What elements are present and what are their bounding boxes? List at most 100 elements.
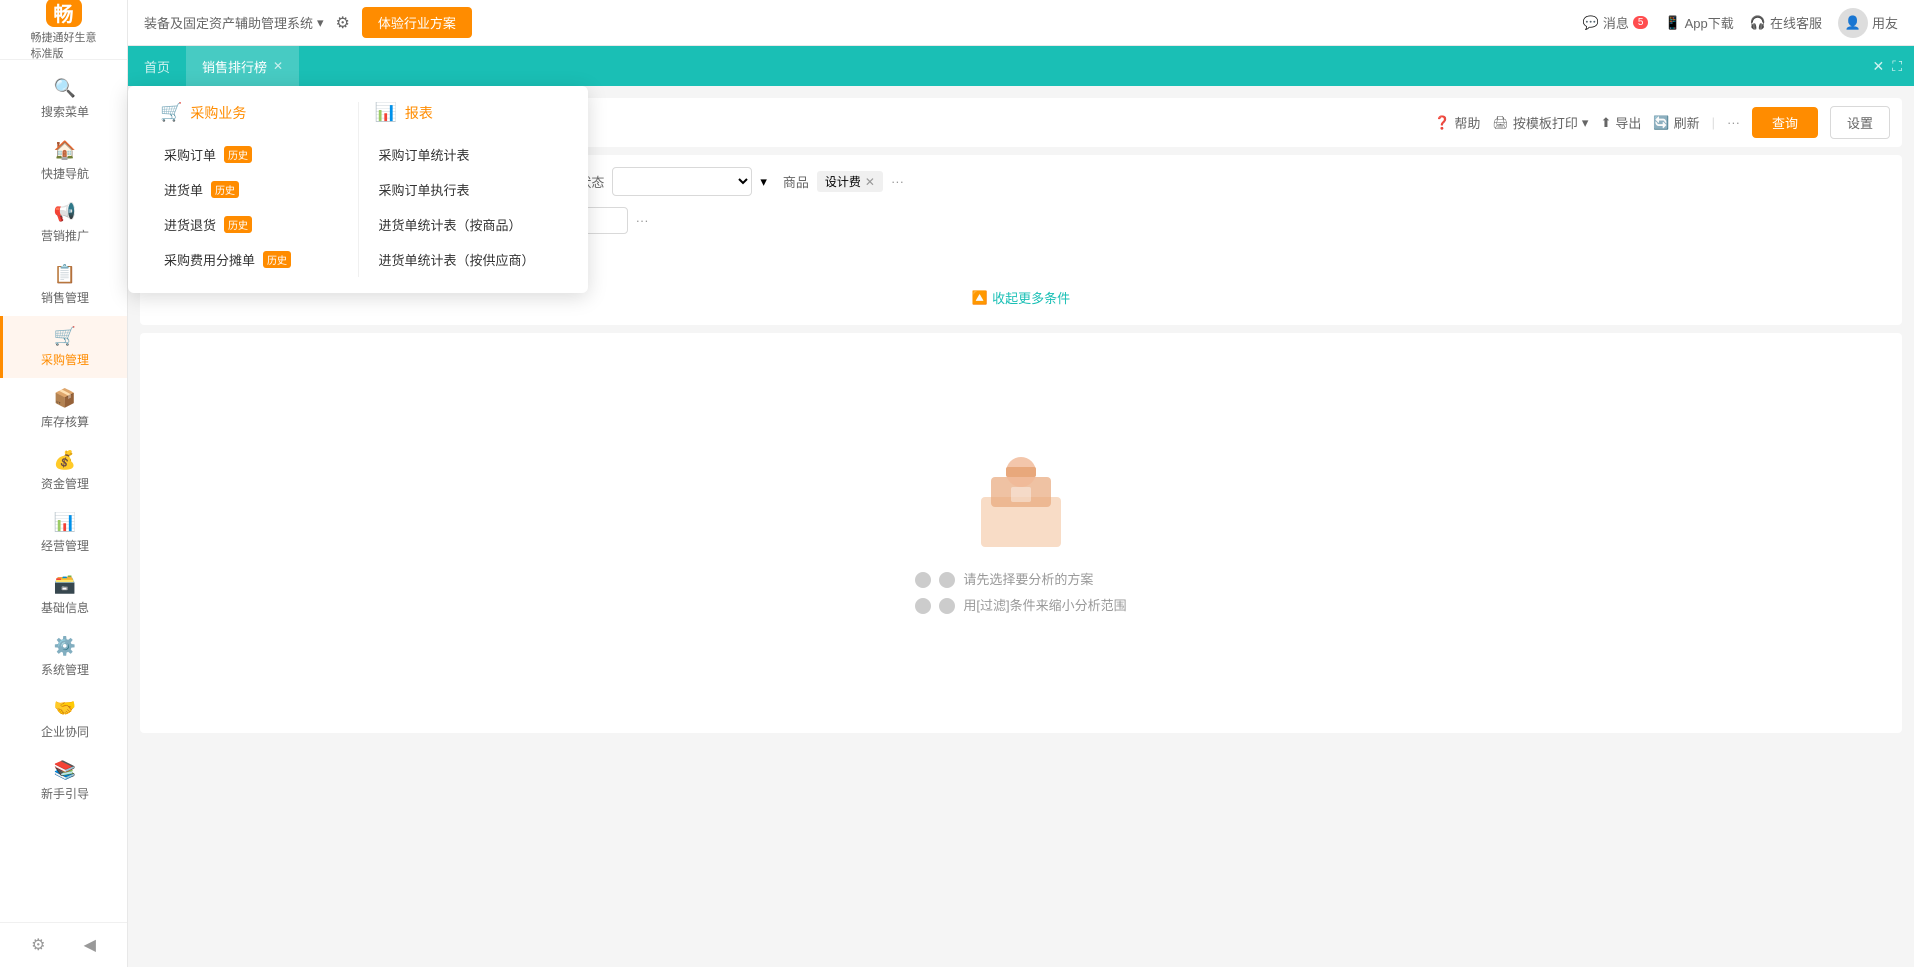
query-button[interactable]: 查询	[1752, 107, 1818, 138]
help-label: 帮助	[1454, 113, 1480, 132]
online-service-label: 在线客服	[1770, 13, 1822, 32]
purchase-order-badge: 历史	[224, 146, 252, 163]
sidebar-item-finance[interactable]: 💰 资金管理	[0, 440, 127, 502]
print-icon: 🖨	[1492, 115, 1509, 131]
print-label: 按模板打印	[1513, 113, 1578, 132]
dropdown-arrow-icon: ▾	[317, 15, 324, 31]
sidebar-item-label: 快捷导航	[41, 165, 89, 182]
incoming-stats-goods-label: 进货单统计表（按商品）	[379, 215, 522, 234]
export-button[interactable]: ⬆ 导出	[1600, 113, 1641, 132]
topbar-right: 💬 消息 5 📱 App下载 🎧 在线客服 👤 用友	[1583, 8, 1898, 38]
guide-icon: 📚	[54, 760, 76, 781]
message-badge: 5	[1633, 16, 1649, 29]
user-avatar: 👤	[1838, 8, 1868, 38]
topbar-title-dropdown[interactable]: 装备及固定资产辅助管理系统 ▾	[144, 13, 324, 32]
collapse-up-icon: 🔼	[972, 290, 988, 306]
settings-button[interactable]: 设置	[1830, 106, 1890, 139]
empty-hints: 请先选择要分析的方案 用[过滤]条件来缩小分析范围	[915, 567, 1126, 619]
salesperson-ellipsis-button[interactable]: ···	[636, 213, 649, 228]
operations-icon: 📊	[54, 512, 76, 533]
sidebar-item-label: 基础信息	[41, 599, 89, 616]
topbar-settings-icon[interactable]: ⚙	[336, 13, 350, 33]
message-item[interactable]: 💬 消息 5	[1583, 13, 1649, 32]
enterprise-icon: 🤝	[54, 698, 76, 719]
purchase-expense-item[interactable]: 采购费用分摊单 历史	[160, 242, 342, 277]
sidebar-bottom: ⚙ ◀	[0, 922, 127, 967]
sidebar-item-label: 库存核算	[41, 413, 89, 430]
purchase-order-item[interactable]: 采购订单 历史	[160, 137, 342, 172]
purchase-order-stats-item[interactable]: 采购订单统计表	[375, 137, 557, 172]
basic-info-icon: 🗃️	[54, 574, 76, 595]
print-button[interactable]: 🖨 按模板打印 ▾	[1492, 113, 1588, 132]
sidebar-item-label: 搜索菜单	[41, 103, 89, 120]
close-all-tabs-button[interactable]: ✕	[1872, 58, 1884, 75]
sales-icon: 📋	[54, 264, 76, 285]
purchase-expense-label: 采购费用分摊单	[164, 250, 255, 269]
purchase-incoming-badge: 历史	[211, 181, 239, 198]
sidebar-item-label: 销售管理	[41, 289, 89, 306]
app-download-item[interactable]: 📱 App下载	[1664, 13, 1733, 32]
tab-home[interactable]: 首页	[128, 46, 186, 86]
empty-illustration	[961, 447, 1081, 547]
sidebar-item-label: 企业协同	[41, 723, 89, 740]
purchase-order-exec-item[interactable]: 采购订单执行表	[375, 172, 557, 207]
sidebar-item-basic-info[interactable]: 🗃️ 基础信息	[0, 564, 127, 626]
sidebar-nav: 🔍 搜索菜单 🏠 快捷导航 📢 营销推广 📋 销售管理 🛒 采购管理 📦 库存核…	[0, 60, 127, 922]
sidebar-item-search[interactable]: 🔍 搜索菜单	[0, 68, 127, 130]
report-section-icon: 📊	[375, 102, 397, 123]
sidebar-item-inventory[interactable]: 📦 库存核算	[0, 378, 127, 440]
purchase-incoming-item[interactable]: 进货单 历史	[160, 172, 342, 207]
purchase-business-section: 🛒 采购业务 采购订单 历史 进货单 历史 进货退货 历史 采购费用分摊单 历史	[144, 102, 359, 277]
tab-close-icon[interactable]: ✕	[273, 59, 283, 73]
voucher-status-select[interactable]	[612, 167, 752, 196]
topbar-system-title: 装备及固定资产辅助管理系统	[144, 13, 313, 32]
tabbar-actions: ✕ ⛶	[1872, 58, 1914, 75]
sidebar-item-label: 资金管理	[41, 475, 89, 492]
sidebar-item-system[interactable]: ⚙️ 系统管理	[0, 626, 127, 688]
report-section: 📊 报表 采购订单统计表 采购订单执行表 进货单统计表（按商品） 进货单统计表（…	[359, 102, 573, 277]
incoming-stats-supplier-label: 进货单统计表（按供应商）	[379, 250, 535, 269]
sidebar-item-marketing[interactable]: 📢 营销推广	[0, 192, 127, 254]
sidebar-item-guide[interactable]: 📚 新手引导	[0, 750, 127, 812]
maximize-tab-button[interactable]: ⛶	[1892, 58, 1902, 75]
tab-sales-rank[interactable]: 销售排行榜 ✕	[186, 46, 299, 86]
goods-filter: 商品 设计费 ✕ ···	[783, 171, 904, 192]
report-section-title: 📊 报表	[375, 102, 557, 123]
print-dropdown-icon: ▾	[1582, 115, 1589, 131]
help-button[interactable]: ❓ 帮助	[1434, 113, 1480, 132]
tab-home-label: 首页	[144, 57, 170, 76]
sidebar-item-operations[interactable]: 📊 经营管理	[0, 502, 127, 564]
industry-btn[interactable]: 体验行业方案	[362, 7, 472, 38]
purchase-section-title: 🛒 采购业务	[160, 102, 342, 123]
collapse-sidebar-button[interactable]: ◀	[84, 935, 96, 955]
purchase-return-item[interactable]: 进货退货 历史	[160, 207, 342, 242]
purchase-dropdown-menu: 🛒 采购业务 采购订单 历史 进货单 历史 进货退货 历史 采购费用分摊单 历史…	[128, 86, 588, 293]
settings-bottom-button[interactable]: ⚙	[31, 935, 45, 955]
goods-tag-close-icon[interactable]: ✕	[865, 175, 875, 189]
sidebar-item-label: 采购管理	[41, 351, 89, 368]
tabbar: 首页 销售排行榜 ✕ ✕ ⛶	[128, 46, 1914, 86]
refresh-button[interactable]: 🔄 刷新	[1653, 113, 1699, 132]
sidebar: 畅 畅捷通好生意 标准版 🔍 搜索菜单 🏠 快捷导航 📢 营销推广 📋 销售管理…	[0, 0, 128, 967]
finance-icon: 💰	[54, 450, 76, 471]
inventory-icon: 📦	[54, 388, 76, 409]
sidebar-item-sales[interactable]: 📋 销售管理	[0, 254, 127, 316]
phone-icon: 📱	[1664, 15, 1680, 31]
search-icon: 🔍	[54, 78, 76, 99]
sidebar-item-quick-nav[interactable]: 🏠 快捷导航	[0, 130, 127, 192]
refresh-icon: 🔄	[1653, 115, 1669, 131]
toolbar-more-icon[interactable]: ···	[1727, 115, 1740, 130]
sidebar-item-purchase[interactable]: 🛒 采购管理	[0, 316, 127, 378]
logo-text: 畅捷通好生意 标准版	[31, 29, 97, 61]
online-service-item[interactable]: 🎧 在线客服	[1750, 13, 1822, 32]
purchase-icon: 🛒	[54, 326, 76, 347]
purchase-return-badge: 历史	[224, 216, 252, 233]
incoming-stats-goods-item[interactable]: 进货单统计表（按商品）	[375, 207, 557, 242]
message-icon: 💬	[1583, 15, 1599, 31]
goods-ellipsis-button[interactable]: ···	[891, 174, 904, 189]
empty-hint-1: 请先选择要分析的方案	[915, 567, 1126, 593]
user-item[interactable]: 👤 用友	[1838, 8, 1898, 38]
incoming-stats-supplier-item[interactable]: 进货单统计表（按供应商）	[375, 242, 557, 277]
headset-icon: 🎧	[1750, 15, 1766, 31]
sidebar-item-enterprise[interactable]: 🤝 企业协同	[0, 688, 127, 750]
